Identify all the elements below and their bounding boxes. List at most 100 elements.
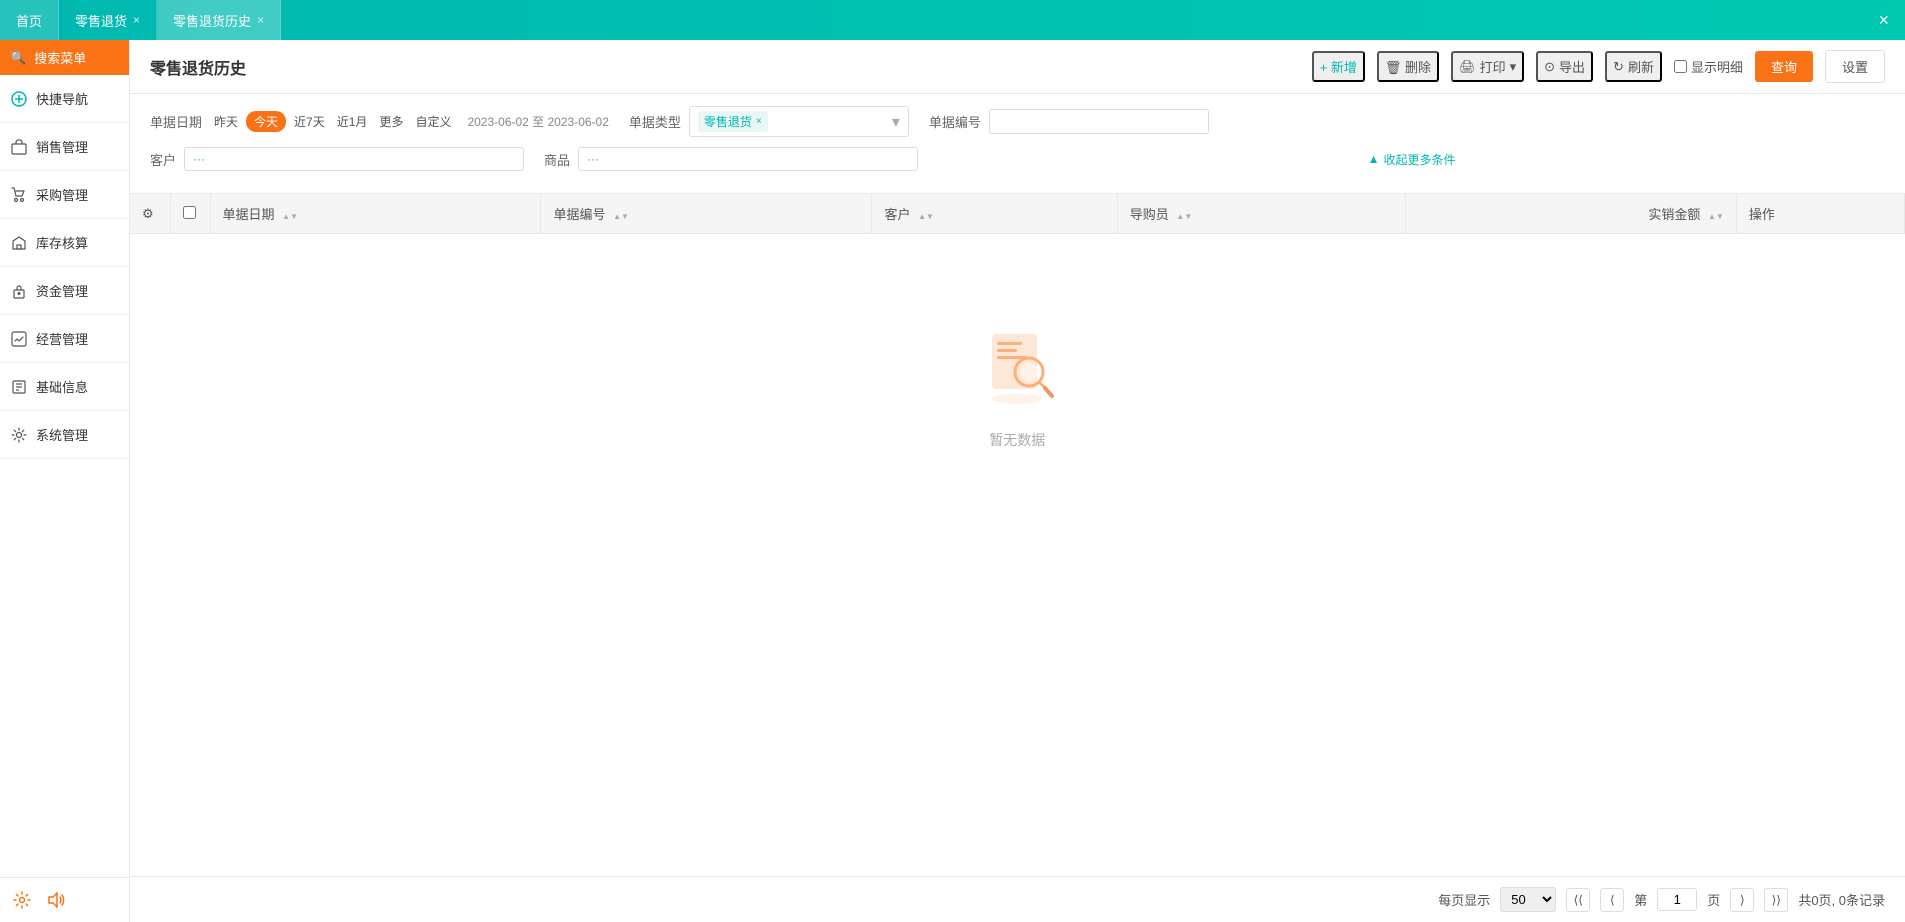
date-btn-custom[interactable]: 自定义 [411,111,455,132]
doc-type-filter-group: 单据类型 零售退货 × ▾ [629,106,909,137]
sidebar-item-sales-mgmt[interactable]: 销售管理 [0,123,129,171]
doc-date-sort-icon: ▲▼ [282,212,298,221]
sidebar-search[interactable]: 🔍 搜索菜单 [0,40,129,75]
sidebar-item-operation-mgmt[interactable]: 经营管理 [0,315,129,363]
select-all-checkbox[interactable] [183,206,196,219]
filter-area: 单据日期 昨天 今天 近7天 近1月 更多 自定义 2023-06-02 至 2… [130,94,1905,194]
sidebar-item-quick-nav-label: 快捷导航 [36,89,88,108]
th-customer-label: 客户 [884,207,910,222]
new-button[interactable]: + 新增 [1312,51,1365,82]
show-detail-check[interactable]: 显示明细 [1674,57,1743,76]
refresh-label: 刷新 [1628,57,1654,76]
customer-ellipsis[interactable]: ··· [193,152,205,166]
sidebar-item-system-mgmt[interactable]: 系统管理 [0,411,129,459]
search-icon: 🔍 [10,50,26,66]
th-operation-label: 操作 [1749,207,1775,222]
settings-bottom-icon[interactable] [10,888,34,912]
date-btn-1month[interactable]: 近1月 [333,111,372,132]
query-button[interactable]: 查询 [1755,51,1813,82]
empty-illustration [967,314,1067,414]
doc-no-filter-group: 单据编号 [929,109,1209,134]
print-button[interactable]: 🖨 打印 ▾ [1451,51,1524,82]
sidebar-item-basic-info[interactable]: 基础信息 [0,363,129,411]
table-settings-icon[interactable]: ⚙ [142,206,154,221]
customer-sort-icon: ▲▼ [918,212,934,221]
filter-row-1: 单据日期 昨天 今天 近7天 近1月 更多 自定义 2023-06-02 至 2… [150,106,1885,137]
doc-type-tag-close[interactable]: × [756,116,762,127]
first-page-button[interactable]: ⟨⟨ [1566,888,1590,912]
retail-return-tab-close[interactable]: × [133,13,140,27]
date-buttons: 昨天 今天 近7天 近1月 更多 自定义 [210,111,455,132]
date-btn-more[interactable]: 更多 [375,111,407,132]
date-btn-yesterday[interactable]: 昨天 [210,111,242,132]
tab-retail-return[interactable]: 零售退货 × [59,0,157,40]
sidebar-item-finance-mgmt-label: 资金管理 [36,281,88,300]
retail-return-history-tab-label: 零售退货历史 [173,11,251,30]
th-operation: 操作 [1736,194,1904,234]
export-button[interactable]: ⊙ 导出 [1536,51,1593,82]
export-icon: ⊙ [1544,59,1555,75]
th-doc-no[interactable]: 单据编号 ▲▼ [541,194,872,234]
page-size-select[interactable]: 50 10 20 100 [1500,887,1556,912]
doc-type-tag-text: 零售退货 [704,113,752,130]
prev-page-button[interactable]: ⟨ [1600,888,1624,912]
date-btn-7days[interactable]: 近7天 [290,111,329,132]
th-customer[interactable]: 客户 ▲▼ [872,194,1117,234]
purchase-mgmt-icon [10,186,28,204]
sidebar-item-inventory[interactable]: 库存核算 [0,219,129,267]
delete-button[interactable]: 🗑 删除 [1377,51,1439,82]
sidebar-item-purchase-mgmt[interactable]: 采购管理 [0,171,129,219]
current-page-input[interactable] [1657,888,1697,911]
th-actual-amount[interactable]: 实销金额 ▲▼ [1405,194,1736,234]
window-close-button[interactable]: × [1862,10,1905,31]
collapse-icon: ▲ [1368,152,1380,166]
tab-retail-return-history[interactable]: 零售退货历史 × [157,0,281,40]
collapse-button[interactable]: ▲ 收起更多条件 [1368,151,1456,168]
th-checkbox[interactable] [170,194,210,234]
page-size-label: 每页显示 [1438,890,1490,909]
empty-text: 暂无数据 [989,430,1045,450]
tab-list: 首页 零售退货 × 零售退货历史 × [0,0,1862,40]
sidebar-item-system-mgmt-label: 系统管理 [36,425,88,444]
th-settings[interactable]: ⚙ [130,194,170,234]
refresh-button[interactable]: ↻ 刷新 [1605,51,1662,82]
next-page-button[interactable]: ⟩ [1730,888,1754,912]
tab-home[interactable]: 首页 [0,0,59,40]
volume-bottom-icon[interactable] [44,888,68,912]
sidebar-item-sales-mgmt-label: 销售管理 [36,137,88,156]
doc-no-input[interactable] [989,109,1209,134]
sidebar-item-quick-nav[interactable]: 快捷导航 [0,75,129,123]
goods-filter-label: 商品 [544,150,570,169]
date-btn-today[interactable]: 今天 [246,111,286,132]
sidebar-item-inventory-label: 库存核算 [36,233,88,252]
doc-type-tag: 零售退货 × [698,111,768,132]
setting-button[interactable]: 设置 [1825,50,1885,83]
date-filter-group: 单据日期 昨天 今天 近7天 近1月 更多 自定义 2023-06-02 至 2… [150,111,609,132]
table-area: ⚙ 单据日期 ▲▼ 单据编号 ▲▼ [130,194,1905,876]
th-guide[interactable]: 导购员 ▲▼ [1117,194,1405,234]
print-label: 打印 [1480,57,1506,76]
sidebar-item-purchase-mgmt-label: 采购管理 [36,185,88,204]
last-page-button[interactable]: ⟩⟩ [1764,888,1788,912]
goods-select[interactable]: ··· [578,147,918,171]
th-doc-date[interactable]: 单据日期 ▲▼ [210,194,541,234]
customer-filter-label: 客户 [150,150,176,169]
main-layout: 🔍 搜索菜单 快捷导航 销售管理 采购管理 [0,40,1905,922]
doc-type-label: 单据类型 [629,112,681,131]
doc-type-select[interactable]: 零售退货 × ▾ [689,106,909,137]
goods-ellipsis[interactable]: ··· [587,152,599,166]
customer-select[interactable]: ··· [184,147,524,171]
export-label: 导出 [1559,57,1585,76]
th-actual-amount-label: 实销金额 [1648,207,1700,222]
collapse-label: 收起更多条件 [1383,151,1455,168]
sidebar-item-operation-mgmt-label: 经营管理 [36,329,88,348]
customer-filter-group: 客户 ··· [150,147,524,171]
retail-return-history-tab-close[interactable]: × [257,13,264,27]
empty-area: 暂无数据 [130,234,1905,530]
total-info: 共0页, 0条记录 [1798,890,1885,909]
top-bar: 首页 零售退货 × 零售退货历史 × × [0,0,1905,40]
sidebar-item-finance-mgmt[interactable]: 资金管理 [0,267,129,315]
page-header: 零售退货历史 + 新增 🗑 删除 🖨 打印 ▾ ⊙ 导出 ↻ 刷新 [130,40,1905,94]
show-detail-checkbox[interactable] [1674,60,1687,73]
sales-mgmt-icon [10,138,28,156]
